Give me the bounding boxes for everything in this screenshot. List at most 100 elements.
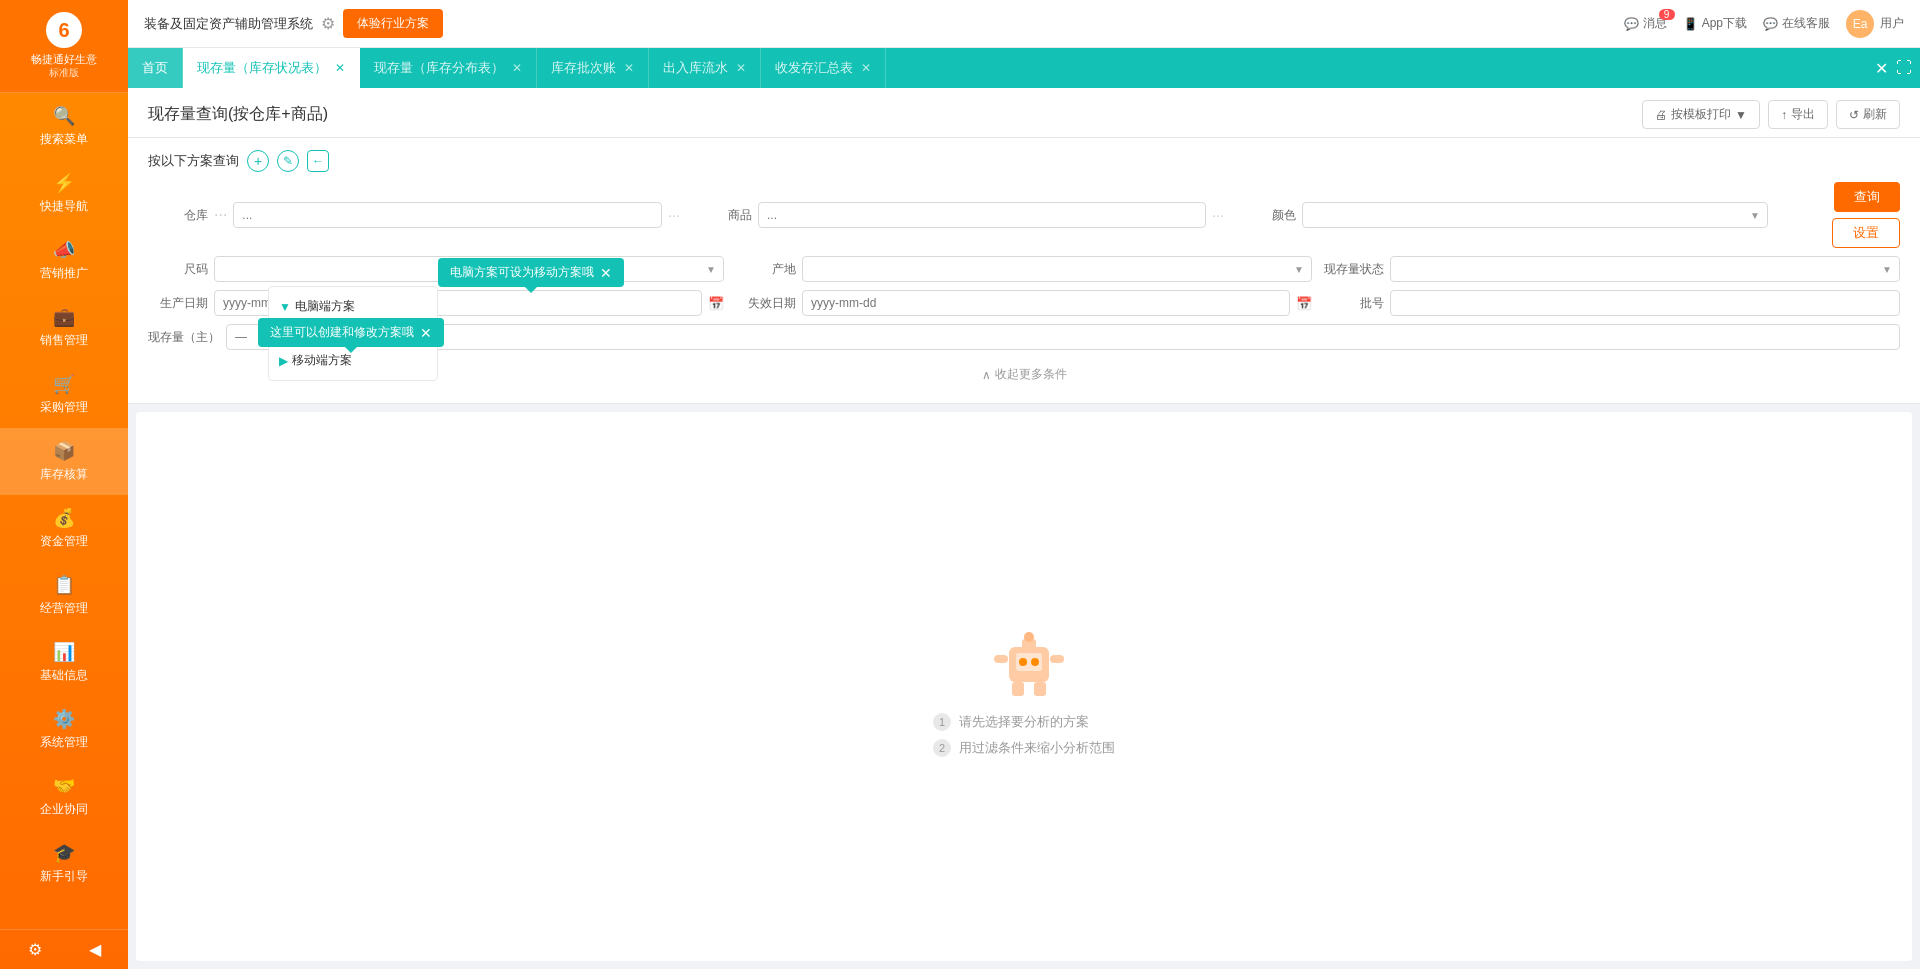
message-icon: 💬 — [1624, 17, 1639, 31]
settings-icon[interactable]: ⚙ — [321, 14, 335, 33]
tab-close-all-icon[interactable]: ✕ — [1875, 59, 1888, 78]
sidebar-item-nav[interactable]: ⚡ 快捷导航 — [0, 160, 128, 227]
svg-rect-9 — [1050, 655, 1064, 663]
filter-label: 按以下方案查询 — [148, 152, 239, 170]
goods-more-icon[interactable]: ··· — [1212, 207, 1224, 223]
export-button[interactable]: ↑ 导出 — [1768, 100, 1828, 129]
sidebar-item-basic[interactable]: 📊 基础信息 — [0, 629, 128, 696]
online-service-button[interactable]: 💬 在线客服 — [1763, 15, 1830, 32]
tab-flow[interactable]: 出入库流水 ✕ — [649, 48, 761, 88]
stock-status-label: 现存量状态 — [1324, 261, 1384, 278]
stock-qty-label: 现存量（主） — [148, 329, 220, 346]
collapse-up-icon: ∧ — [982, 368, 991, 382]
exp-date-input[interactable] — [802, 290, 1290, 316]
stock-status-select-wrapper: ▼ — [1390, 256, 1900, 282]
query-button[interactable]: 查询 — [1834, 182, 1900, 212]
color-select[interactable] — [1302, 202, 1768, 228]
app-label: App下载 — [1702, 15, 1747, 32]
tab-fullscreen-icon[interactable]: ⛶ — [1896, 59, 1912, 77]
sidebar-item-enterprise[interactable]: 🤝 企业协同 — [0, 763, 128, 830]
warehouse-label: 仓库 — [148, 207, 208, 224]
tab-inventory-dist[interactable]: 现存量（库存分布表） ✕ — [360, 48, 537, 88]
stock-status-select[interactable] — [1390, 256, 1900, 282]
batch-input[interactable] — [1390, 290, 1900, 316]
hint-num-1: 1 — [933, 713, 951, 731]
logo-text: 畅捷通好生意 — [31, 52, 97, 66]
app-download-button[interactable]: 📱 App下载 — [1683, 15, 1747, 32]
sidebar-item-sales[interactable]: 💼 销售管理 — [0, 294, 128, 361]
guide-icon: 🎓 — [53, 842, 75, 864]
sidebar-item-marketing[interactable]: 📣 营销推广 — [0, 227, 128, 294]
tab-summary[interactable]: 收发存汇总表 ✕ — [761, 48, 886, 88]
experience-button[interactable]: 体验行业方案 — [343, 9, 443, 38]
search-icon: 🔍 — [53, 105, 75, 127]
refresh-button[interactable]: ↺ 刷新 — [1836, 100, 1900, 129]
tab-batch-close[interactable]: ✕ — [624, 61, 634, 75]
prod-date-calendar-icon[interactable]: 📅 — [708, 296, 724, 311]
tab-inventory-status-label: 现存量（库存状况表） — [197, 59, 327, 77]
set-button[interactable]: 设置 — [1832, 218, 1900, 248]
color-select-wrapper: ▼ — [1302, 202, 1768, 228]
sidebar-item-search[interactable]: 🔍 搜索菜单 — [0, 93, 128, 160]
inventory-icon: 📦 — [53, 440, 75, 462]
tab-inventory-dist-label: 现存量（库存分布表） — [374, 59, 504, 77]
tab-batch[interactable]: 库存批次账 ✕ — [537, 48, 649, 88]
user-menu[interactable]: Ea 用户 — [1846, 10, 1904, 38]
header-right: 💬 消息 9 📱 App下载 💬 在线客服 Ea 用户 — [1624, 10, 1904, 38]
exp-date-label: 失效日期 — [736, 295, 796, 312]
sidebar-item-operation[interactable]: 📋 经营管理 — [0, 562, 128, 629]
avatar: Ea — [1846, 10, 1874, 38]
logo-icon: 6 — [46, 12, 82, 48]
svg-rect-8 — [994, 655, 1008, 663]
stock-qty-min-input[interactable] — [226, 324, 1900, 350]
message-button[interactable]: 💬 消息 9 — [1624, 15, 1667, 32]
refresh-icon: ↺ — [1849, 108, 1859, 122]
origin-select[interactable] — [802, 256, 1312, 282]
tab-flow-close[interactable]: ✕ — [736, 61, 746, 75]
sidebar-item-purchase[interactable]: 🛒 采购管理 — [0, 361, 128, 428]
sidebar-item-guide[interactable]: 🎓 新手引导 — [0, 830, 128, 897]
main-area: 装备及固定资产辅助管理系统 ⚙ 体验行业方案 💬 消息 9 📱 App下载 💬 … — [128, 0, 1920, 969]
sidebar-item-finance[interactable]: 💰 资金管理 — [0, 495, 128, 562]
goods-label: 商品 — [692, 207, 752, 224]
filter-row-batch: 批号 — [1324, 290, 1900, 316]
filter-row-goods: 商品 ··· — [692, 182, 1224, 248]
sidebar-item-label: 基础信息 — [40, 667, 88, 684]
tab-summary-close[interactable]: ✕ — [861, 61, 871, 75]
robot-svg — [984, 617, 1074, 707]
scheme-arrow-button[interactable]: ← — [307, 150, 329, 172]
data-area: 1 请先选择要分析的方案 2 用过滤条件来缩小分析范围 — [136, 412, 1912, 961]
tab-inventory-dist-close[interactable]: ✕ — [512, 61, 522, 75]
sidebar-item-label: 系统管理 — [40, 734, 88, 751]
tab-inventory-status-close[interactable]: ✕ — [335, 61, 345, 75]
tooltip-text-1: 电脑方案可设为移动方案哦 — [450, 264, 594, 281]
empty-hint-1: 1 请先选择要分析的方案 — [933, 713, 1115, 731]
exp-date-calendar-icon[interactable]: 📅 — [1296, 296, 1312, 311]
scheme-tree-item-pc[interactable]: ▼ 电脑端方案 — [269, 293, 437, 320]
collapse-sidebar-icon[interactable]: ◀ — [89, 940, 101, 959]
add-scheme-button[interactable]: + — [247, 150, 269, 172]
tooltip-1-close[interactable]: ✕ — [600, 265, 612, 281]
settings-bottom-icon[interactable]: ⚙ — [28, 940, 42, 959]
sidebar-bottom: ⚙ ◀ — [0, 929, 128, 969]
hint-num-2: 2 — [933, 739, 951, 757]
print-button[interactable]: 🖨 按模板打印 ▼ — [1642, 100, 1760, 129]
warehouse-more-icon[interactable]: ··· — [668, 207, 680, 223]
tab-home[interactable]: 首页 — [128, 48, 183, 88]
edit-scheme-button[interactable]: ✎ — [277, 150, 299, 172]
tab-inventory-status[interactable]: 现存量（库存状况表） ✕ — [183, 48, 360, 88]
warehouse-input[interactable] — [233, 202, 662, 228]
header-left: 装备及固定资产辅助管理系统 ⚙ 体验行业方案 — [144, 9, 443, 38]
goods-input[interactable] — [758, 202, 1206, 228]
page-header: 现存量查询(按仓库+商品) 🖨 按模板打印 ▼ ↑ 导出 ↺ 刷新 — [128, 88, 1920, 138]
purchase-icon: 🛒 — [53, 373, 75, 395]
tooltip-mobile-scheme: 电脑方案可设为移动方案哦 ✕ — [438, 258, 624, 287]
tooltip-2-close[interactable]: ✕ — [420, 325, 432, 341]
sidebar-item-system[interactable]: ⚙️ 系统管理 — [0, 696, 128, 763]
sidebar-item-inventory[interactable]: 📦 库存核算 — [0, 428, 128, 495]
filter-row-color: 颜色 ▼ — [1236, 182, 1768, 248]
warehouse-dots[interactable]: ··· — [214, 206, 227, 224]
service-label: 在线客服 — [1782, 15, 1830, 32]
batch-label: 批号 — [1324, 295, 1384, 312]
collapse-arrow-icon: ▶ — [279, 354, 288, 368]
